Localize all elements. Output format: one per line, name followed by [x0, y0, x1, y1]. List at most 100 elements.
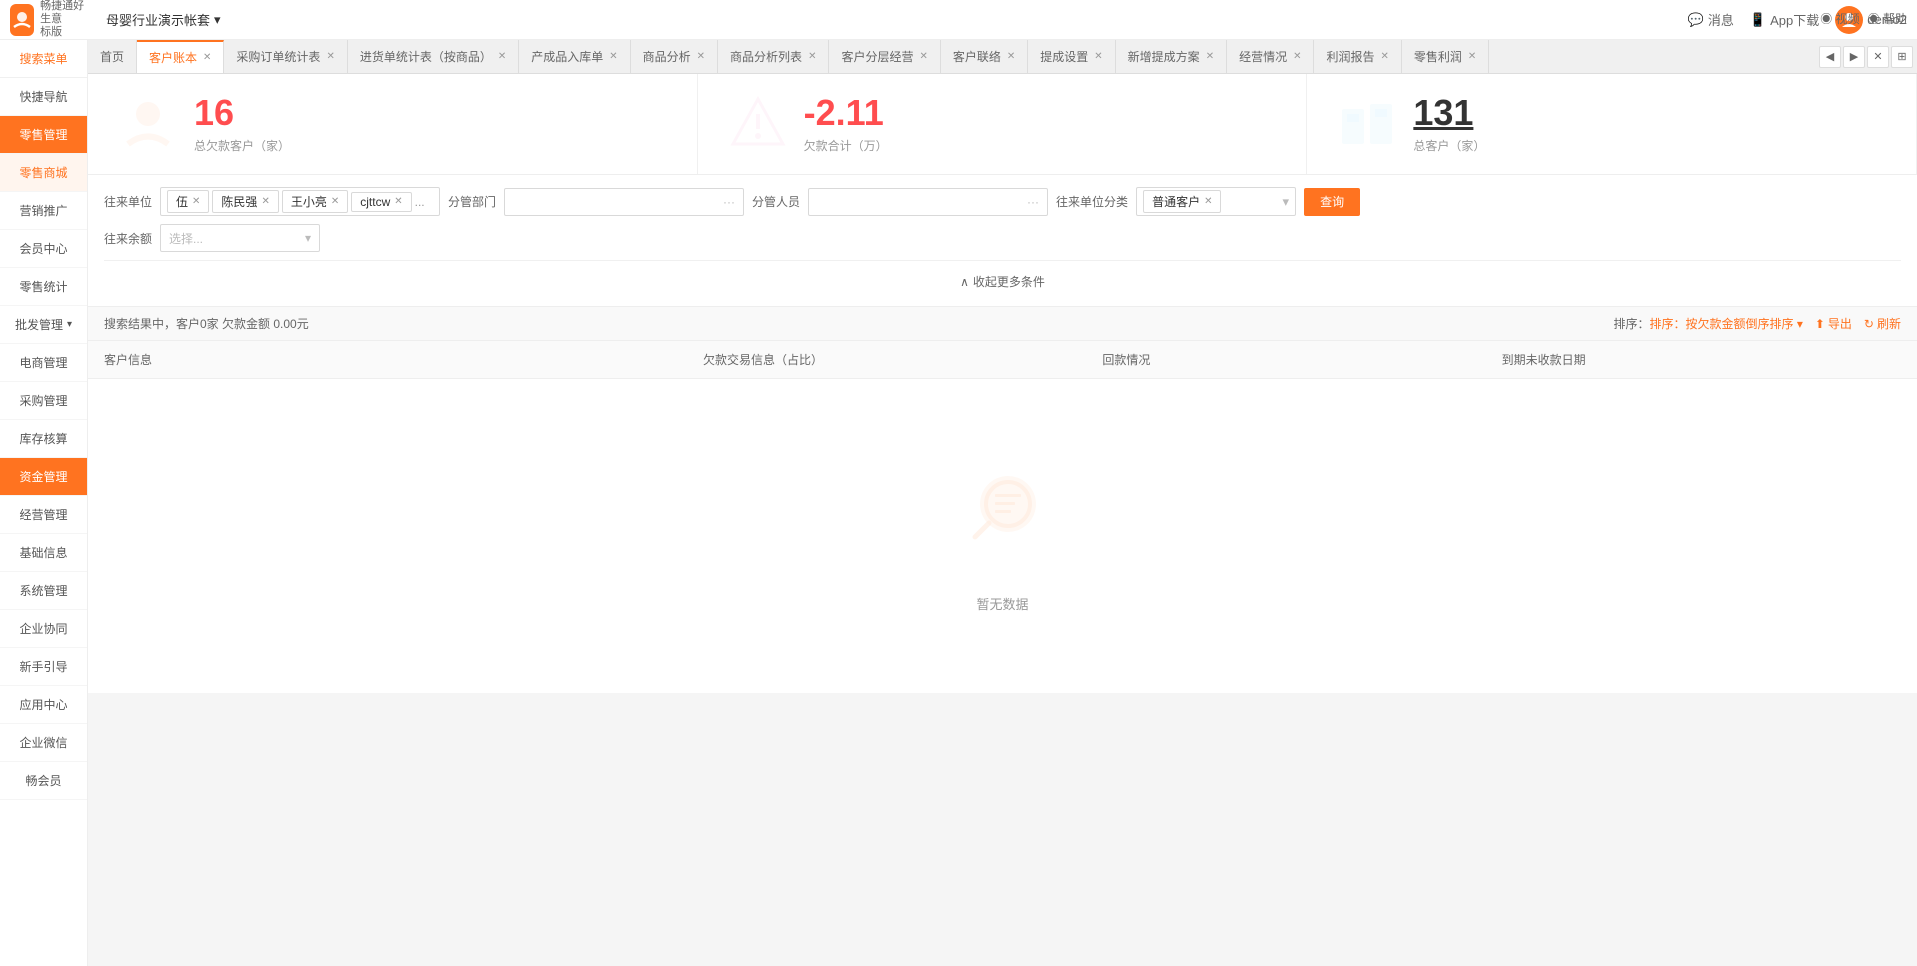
tag-close-icon[interactable]: ✕ — [261, 196, 269, 207]
tag-close-icon[interactable]: ✕ — [331, 196, 339, 207]
tab-close-icon[interactable]: ✕ — [1293, 51, 1301, 62]
stat-label-debt: 欠款合计（万） — [804, 137, 888, 154]
select-more-icon: ··· — [723, 195, 735, 209]
tab-close-icon[interactable]: ✕ — [1206, 51, 1214, 62]
filter-area: 往来单位 伍 ✕ 陈民强 ✕ 王小亮 ✕ — [88, 175, 1917, 307]
tab-purchase-stats-product[interactable]: 进货单统计表（按商品） ✕ — [348, 40, 519, 74]
sidebar-item-operations[interactable]: 经营管理 — [0, 496, 87, 534]
filter-row-1: 往来单位 伍 ✕ 陈民强 ✕ 王小亮 ✕ — [104, 187, 1901, 216]
tab-close-icon[interactable]: ✕ — [609, 51, 617, 62]
tab-customer-tier[interactable]: 客户分层经营 ✕ — [829, 40, 940, 74]
logo-text: 畅捷通好生意 标版 — [40, 0, 90, 39]
sidebar-item-retail-stats[interactable]: 零售统计 — [0, 268, 87, 306]
sidebar-item-chang-member[interactable]: 畅会员 — [0, 762, 87, 800]
sidebar-item-finance[interactable]: 资金管理 — [0, 458, 87, 496]
dept-selector[interactable]: ··· — [504, 188, 744, 216]
sidebar-item-inventory[interactable]: 库存核算 — [0, 420, 87, 458]
col-customer-info: 客户信息 — [104, 351, 703, 368]
sidebar-item-purchase[interactable]: 采购管理 — [0, 382, 87, 420]
top-header: 畅捷通好生意 标版 母婴行业演示帐套 ▾ 💬 消息 📱 App下载 demo2 — [0, 0, 1917, 40]
collapse-up-icon: ∧ — [960, 275, 969, 289]
tab-close-icon[interactable]: ✕ — [808, 51, 816, 62]
filter-more-btn[interactable]: ... — [415, 195, 425, 209]
tab-profit-report[interactable]: 利润报告 ✕ — [1314, 40, 1401, 74]
tab-commission-settings[interactable]: 提成设置 ✕ — [1028, 40, 1115, 74]
query-button[interactable]: 查询 — [1304, 188, 1360, 216]
tab-close-icon[interactable]: ✕ — [697, 51, 705, 62]
sidebar-search[interactable]: 搜索菜单 — [0, 40, 87, 78]
sidebar-item-member-center[interactable]: 会员中心 — [0, 230, 87, 268]
unit-type-tag-0[interactable]: 普通客户 ✕ — [1143, 190, 1221, 213]
unit-tag-0[interactable]: 伍 ✕ — [167, 190, 209, 213]
store-dropdown-icon: ▾ — [214, 12, 221, 28]
col-debt-info: 欠款交易信息（占比） — [703, 351, 1102, 368]
store-selector[interactable]: 母婴行业演示帐套 ▾ — [98, 6, 229, 33]
filter-label-dept: 分管部门 — [448, 193, 496, 210]
sidebar-item-ecommerce[interactable]: 电商管理 — [0, 344, 87, 382]
stat-card-total: 131 总客户（家） — [1307, 74, 1917, 174]
tab-close-icon[interactable]: ✕ — [326, 51, 334, 62]
stat-info-total: 131 总客户（家） — [1413, 95, 1485, 154]
sidebar-item-retail-mgmt[interactable]: 零售管理 — [0, 116, 87, 154]
header-left: 畅捷通好生意 标版 母婴行业演示帐套 ▾ — [10, 0, 229, 39]
sidebar-item-retail-mall[interactable]: 零售商城 — [0, 154, 87, 192]
sidebar-item-app-center[interactable]: 应用中心 — [0, 686, 87, 724]
tab-bar: 首页 客户账本 ✕ 采购订单统计表 ✕ 进货单统计表（按商品） ✕ 产成品入库单… — [88, 40, 1917, 74]
tag-close-icon[interactable]: ✕ — [192, 196, 200, 207]
collapse-btn[interactable]: ∧ 收起更多条件 — [952, 269, 1053, 294]
stat-label-total: 总客户（家） — [1413, 137, 1485, 154]
stat-number-total: 131 — [1413, 95, 1485, 131]
sidebar-item-new-guide[interactable]: 新手引导 — [0, 648, 87, 686]
tag-close-icon[interactable]: ✕ — [394, 196, 402, 207]
tab-close-icon[interactable]: ✕ — [1468, 51, 1476, 62]
sort-label: 排序：排序：按欠款金额倒序排序 ▾ — [1613, 315, 1802, 332]
tab-customer-contact[interactable]: 客户联络 ✕ — [941, 40, 1028, 74]
tab-close-icon[interactable]: ✕ — [1381, 51, 1389, 62]
tab-close-icon[interactable]: ✕ — [1007, 51, 1015, 62]
export-icon: ⬆ — [1815, 317, 1825, 331]
tab-product-analysis[interactable]: 商品分析 ✕ — [631, 40, 718, 74]
tab-next-btn[interactable]: ▶ — [1843, 46, 1865, 68]
tab-customer-ledger[interactable]: 客户账本 ✕ — [137, 40, 224, 74]
tab-close-icon[interactable]: ✕ — [1094, 51, 1102, 62]
tab-home[interactable]: 首页 — [88, 40, 137, 74]
tab-operations[interactable]: 经营情况 ✕ — [1227, 40, 1314, 74]
unit-type-dropdown-icon: ▾ — [1283, 194, 1290, 210]
tab-controls: ◀ ▶ ✕ ⊞ — [1815, 46, 1917, 68]
table-header: 客户信息 欠款交易信息（占比） 回款情况 到期未收款日期 — [88, 341, 1917, 379]
unit-tag-1[interactable]: 陈民强 ✕ — [212, 190, 278, 213]
tab-close-icon[interactable]: ✕ — [919, 51, 927, 62]
tab-add-commission[interactable]: 新增提成方案 ✕ — [1116, 40, 1227, 74]
tab-close-all-btn[interactable]: ✕ — [1867, 46, 1889, 68]
main-layout: 搜索菜单 快捷导航 零售管理 零售商城 营销推广 会员中心 零售统计 批发管理 … — [0, 40, 1917, 966]
tag-close-icon[interactable]: ✕ — [1204, 196, 1212, 207]
tab-expand-btn[interactable]: ⊞ — [1891, 46, 1913, 68]
message-btn[interactable]: 💬 消息 — [1688, 10, 1734, 29]
unit-tag-2[interactable]: 王小亮 ✕ — [282, 190, 348, 213]
tab-product-analysis-list[interactable]: 商品分析列表 ✕ — [718, 40, 829, 74]
unit-tag-input[interactable]: 伍 ✕ 陈民强 ✕ 王小亮 ✕ cjttcw ✕ — [160, 187, 440, 216]
sidebar-item-enterprise-wechat[interactable]: 企业微信 — [0, 724, 87, 762]
export-btn[interactable]: ⬆ 导出 — [1815, 315, 1852, 332]
stat-info-customers: 16 总欠款客户（家） — [194, 95, 290, 154]
download-icon: 📱 — [1750, 12, 1766, 28]
app-download-btn[interactable]: 📱 App下载 — [1750, 10, 1819, 29]
refresh-btn[interactable]: ↻ 刷新 — [1864, 315, 1901, 332]
unit-type-tag-input[interactable]: 普通客户 ✕ ▾ — [1136, 187, 1296, 216]
balance-input[interactable]: 选择... ▾ — [160, 224, 320, 252]
person-selector[interactable]: ··· — [808, 188, 1048, 216]
tab-close-icon[interactable]: ✕ — [203, 52, 211, 63]
tab-purchase-order-stats[interactable]: 采购订单统计表 ✕ — [224, 40, 347, 74]
tab-prev-btn[interactable]: ◀ — [1819, 46, 1841, 68]
sidebar-item-enterprise-collab[interactable]: 企业协同 — [0, 610, 87, 648]
unit-tag-3[interactable]: cjttcw ✕ — [351, 192, 411, 212]
sidebar-item-marketing[interactable]: 营销推广 — [0, 192, 87, 230]
sidebar-item-quick-nav[interactable]: 快捷导航 — [0, 78, 87, 116]
tab-retail-profit[interactable]: 零售利润 ✕ — [1402, 40, 1489, 74]
tab-product-inbound[interactable]: 产成品入库单 ✕ — [519, 40, 630, 74]
logo-icon — [10, 4, 34, 36]
tab-close-icon[interactable]: ✕ — [498, 51, 506, 62]
sidebar-item-system[interactable]: 系统管理 — [0, 572, 87, 610]
sidebar-item-basic-info[interactable]: 基础信息 — [0, 534, 87, 572]
sidebar-item-wholesale[interactable]: 批发管理 ▾ — [0, 306, 87, 344]
